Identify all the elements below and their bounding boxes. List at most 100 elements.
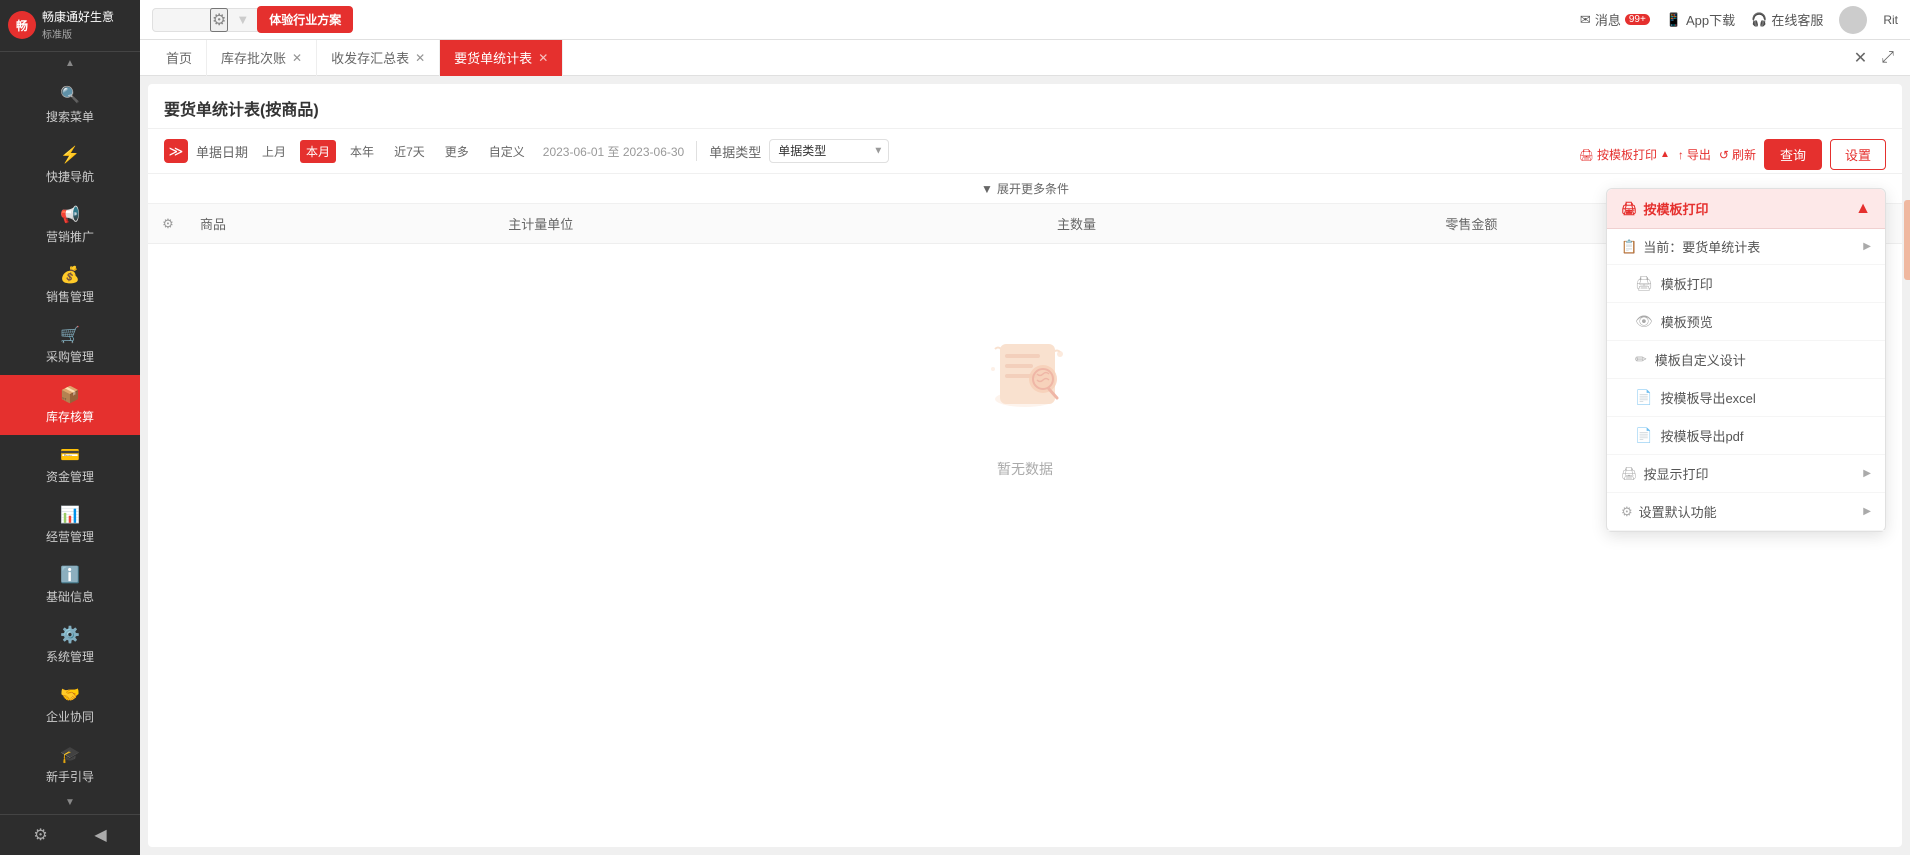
- print-label: 按模板打印: [1597, 146, 1657, 163]
- template-custom-icon: ✏: [1635, 351, 1647, 368]
- date-btn-this-month[interactable]: 本月: [300, 140, 336, 163]
- date-btn-custom[interactable]: 自定义: [483, 140, 531, 163]
- date-btn-last-month[interactable]: 上月: [256, 140, 292, 163]
- resize-handle[interactable]: [1904, 200, 1910, 280]
- sidebar-item-system[interactable]: ⚙️ 系统管理: [0, 615, 140, 675]
- finance-icon: 💳: [60, 445, 80, 465]
- tab-receipt-summary[interactable]: 收发存汇总表 ✕: [317, 40, 440, 76]
- dropdown-default-func[interactable]: ⚙ 设置默认功能 ▶: [1607, 493, 1885, 531]
- user-name: Rit: [1883, 13, 1898, 27]
- quick-nav-icon: ⚡: [60, 145, 80, 165]
- sidebar-item-sales[interactable]: 💰 销售管理: [0, 255, 140, 315]
- app-download-button[interactable]: 📱 App下载: [1666, 10, 1735, 29]
- message-button[interactable]: ✉ 消息 99+: [1580, 10, 1650, 29]
- template-pdf-icon: 📄: [1635, 427, 1652, 444]
- sidebar-item-enterprise[interactable]: 🤝 企业协同: [0, 675, 140, 735]
- settings-button[interactable]: 设置: [1830, 139, 1886, 170]
- sidebar-item-label: 快捷导航: [46, 168, 94, 185]
- tab-order-stats[interactable]: 要货单统计表 ✕: [440, 40, 563, 76]
- sidebar-item-inventory[interactable]: 📦 库存核算: [0, 375, 140, 435]
- trial-button[interactable]: 体验行业方案: [257, 6, 353, 33]
- date-btn-more[interactable]: 更多: [439, 140, 475, 163]
- display-print-chevron: ▶: [1863, 468, 1871, 479]
- print-icon: 🖨: [1579, 148, 1594, 162]
- dropdown-item-template-excel[interactable]: 📄 按模板导出excel: [1607, 379, 1885, 417]
- refresh-icon: ↺: [1719, 148, 1729, 162]
- print-chevron-icon: ▲: [1660, 149, 1670, 160]
- enterprise-icon: 🤝: [60, 685, 80, 705]
- newbie-icon: 🎓: [60, 745, 80, 765]
- scroll-up-arrow[interactable]: ▲: [62, 55, 78, 72]
- dropdown-display-print[interactable]: 🖨 按显示打印 ▶: [1607, 455, 1885, 493]
- sidebar-item-label: 新手引导: [46, 768, 94, 785]
- col-settings-icon[interactable]: ⚙: [162, 216, 174, 231]
- sidebar-item-label: 经营管理: [46, 528, 94, 545]
- dropdown-current-template[interactable]: 📋 当前：要货单统计表: [1607, 229, 1885, 265]
- template-excel-label: 按模板导出excel: [1660, 388, 1755, 407]
- sales-icon: 💰: [60, 265, 80, 285]
- date-btn-7days[interactable]: 近7天: [388, 140, 431, 163]
- sidebar-item-marketing[interactable]: 📢 营销推广: [0, 195, 140, 255]
- dropdown-item-template-pdf[interactable]: 📄 按模板导出pdf: [1607, 417, 1885, 455]
- app-logo: 畅 畅康通好生意 标准版: [0, 0, 140, 52]
- sidebar-item-quick-nav[interactable]: ⚡ 快捷导航: [0, 135, 140, 195]
- sidebar: 畅 畅康通好生意 标准版 ▲ 🔍 搜索菜单 ⚡ 快捷导航 📢 营销推广 💰 销售…: [0, 0, 140, 855]
- app-download-label: App下载: [1686, 10, 1735, 29]
- dropdown-item-template-print[interactable]: 🖨 模板打印: [1607, 265, 1885, 303]
- dropdown-item-template-preview[interactable]: 👁 模板预览: [1607, 303, 1885, 341]
- date-label: 单据日期: [196, 142, 248, 161]
- sidebar-item-finance[interactable]: 💳 资金管理: [0, 435, 140, 495]
- avatar[interactable]: [1839, 6, 1867, 34]
- expand-more-button[interactable]: ▼ 展开更多条件: [981, 180, 1069, 197]
- main-content: ⚙ ▼ 体验行业方案 ✉ 消息 99+ 📱 App下载 🎧 在线客服 Rit 首…: [140, 0, 1910, 855]
- topbar-gear-button[interactable]: ⚙: [210, 8, 228, 32]
- sidebar-item-operations[interactable]: 📊 经营管理: [0, 495, 140, 555]
- tab-receipt-summary-close[interactable]: ✕: [415, 51, 425, 65]
- message-icon: ✉: [1580, 12, 1591, 28]
- search-nav-icon: 🔍: [60, 85, 80, 105]
- template-preview-icon: 👁: [1635, 313, 1653, 330]
- dropdown-header: 🖨 按模板打印 ▲: [1607, 189, 1885, 229]
- refresh-button[interactable]: ↺ 刷新: [1719, 146, 1756, 163]
- purchase-icon: 🛒: [60, 325, 80, 345]
- sidebar-item-purchase[interactable]: 🛒 采购管理: [0, 315, 140, 375]
- window-close-button[interactable]: ✕: [1850, 46, 1871, 70]
- empty-text: 暂无数据: [997, 459, 1053, 479]
- bill-type-select[interactable]: 单据类型: [769, 139, 889, 163]
- tab-inventory-batch-close[interactable]: ✕: [292, 51, 302, 65]
- page-header: 要货单统计表(按商品): [148, 84, 1902, 129]
- expand-filter-button[interactable]: ≫: [164, 139, 188, 163]
- empty-state-svg: [975, 324, 1075, 424]
- tabbar: 首页 库存批次账 ✕ 收发存汇总表 ✕ 要货单统计表 ✕ ✕ ⤢: [140, 40, 1910, 76]
- window-expand-button[interactable]: ⤢: [1877, 47, 1898, 69]
- sidebar-item-search[interactable]: 🔍 搜索菜单: [0, 75, 140, 135]
- tab-order-stats-close[interactable]: ✕: [538, 51, 548, 65]
- dropdown-item-template-custom[interactable]: ✏ 模板自定义设计: [1607, 341, 1885, 379]
- sidebar-item-basic-info[interactable]: ℹ️ 基础信息: [0, 555, 140, 615]
- col-settings[interactable]: ⚙: [148, 204, 188, 244]
- date-btn-this-year[interactable]: 本年: [344, 140, 380, 163]
- online-service-icon: 🎧: [1751, 12, 1767, 28]
- tab-inventory-batch-label: 库存批次账: [221, 48, 286, 67]
- topbar: ⚙ ▼ 体验行业方案 ✉ 消息 99+ 📱 App下载 🎧 在线客服 Rit: [140, 0, 1910, 40]
- print-button[interactable]: 🖨 按模板打印 ▲: [1579, 146, 1670, 163]
- print-dropdown-menu: 🖨 按模板打印 ▲ 📋 当前：要货单统计表 🖨 模板打印 👁 模板预览: [1606, 188, 1886, 532]
- query-button[interactable]: 查询: [1764, 139, 1822, 170]
- tab-inventory-batch[interactable]: 库存批次账 ✕: [207, 40, 317, 76]
- export-button[interactable]: ↑ 导出: [1678, 146, 1711, 163]
- export-icon: ↑: [1678, 148, 1684, 162]
- dropdown-close-button[interactable]: ▲: [1855, 200, 1871, 218]
- sidebar-collapse-button[interactable]: ◀: [94, 825, 106, 845]
- sidebar-item-newbie[interactable]: 🎓 新手引导: [0, 735, 140, 791]
- template-preview-label: 模板预览: [1661, 312, 1713, 331]
- tab-order-stats-label: 要货单统计表: [454, 48, 532, 67]
- operations-icon: 📊: [60, 505, 80, 525]
- online-service-button[interactable]: 🎧 在线客服: [1751, 10, 1823, 29]
- expand-more-label: 展开更多条件: [997, 180, 1069, 197]
- date-range-display: 2023-06-01 至 2023-06-30: [543, 143, 684, 160]
- scroll-down-arrow[interactable]: ▼: [62, 794, 78, 811]
- sidebar-settings-button[interactable]: ⚙: [33, 825, 47, 845]
- default-func-label: 设置默认功能: [1639, 502, 1717, 521]
- refresh-label: 刷新: [1732, 146, 1756, 163]
- tab-home[interactable]: 首页: [152, 40, 207, 76]
